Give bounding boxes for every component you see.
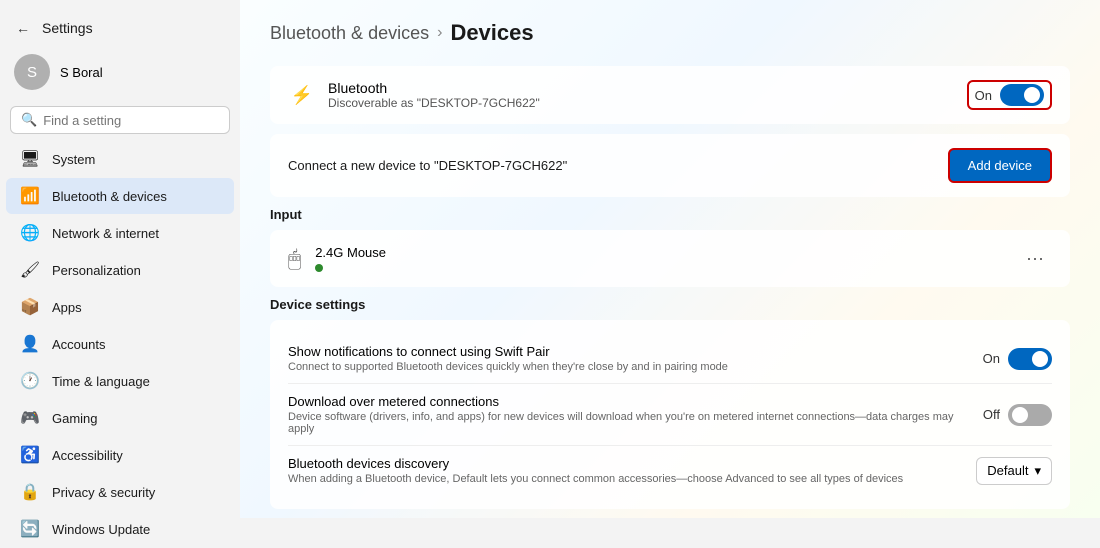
setting-row-0: Show notifications to connect using Swif…: [288, 334, 1052, 384]
sidebar-item-privacy[interactable]: 🔒 Privacy & security: [6, 474, 234, 510]
setting-dropdown-2[interactable]: Default ▾: [976, 457, 1052, 485]
bluetooth-icon: 📶: [20, 186, 40, 206]
bluetooth-card: ⚡ Bluetooth Discoverable as "DESKTOP-7GC…: [270, 66, 1070, 124]
chevron-down-icon: ▾: [1034, 463, 1041, 479]
avatar: S: [14, 54, 50, 90]
search-icon: 🔍: [21, 112, 37, 128]
setting-desc-1: Device software (drivers, info, and apps…: [288, 411, 968, 435]
setting-desc-0: Connect to supported Bluetooth devices q…: [288, 361, 968, 373]
sidebar-header: ← Settings: [0, 8, 240, 44]
setting-toggle-wrap-1: Off: [983, 404, 1052, 426]
username: S Boral: [60, 65, 103, 80]
input-section-label: Input: [270, 207, 1070, 222]
update-icon: 🔄: [20, 519, 40, 539]
setting-title-0: Show notifications to connect using Swif…: [288, 344, 983, 359]
sidebar-item-label: Accessibility: [52, 448, 123, 463]
sidebar-item-update[interactable]: 🔄 Windows Update: [6, 511, 234, 547]
page-title: Devices: [450, 20, 533, 46]
user-profile: S S Boral: [0, 44, 240, 100]
input-device-card: 🖱 2.4G Mouse ···: [270, 230, 1070, 287]
device-more-button[interactable]: ···: [1018, 244, 1052, 273]
sidebar-item-time[interactable]: 🕐 Time & language: [6, 363, 234, 399]
sidebar-item-label: Windows Update: [52, 522, 150, 537]
main-content: Bluetooth & devices › Devices ⚡ Bluetoot…: [240, 0, 1100, 518]
sidebar-item-label: Bluetooth & devices: [52, 189, 167, 204]
sidebar-item-label: Accounts: [52, 337, 105, 352]
search-box[interactable]: 🔍: [10, 106, 230, 134]
setting-toggle-0[interactable]: [1008, 348, 1052, 370]
breadcrumb-sep: ›: [437, 24, 442, 42]
settings-list: Show notifications to connect using Swif…: [288, 334, 1052, 495]
system-icon: 🖥: [20, 149, 40, 169]
add-device-text: Connect a new device to "DESKTOP-7GCH622…: [288, 158, 567, 173]
sidebar-item-label: Personalization: [52, 263, 141, 278]
apps-icon: 📦: [20, 297, 40, 317]
sidebar-item-label: Gaming: [52, 411, 98, 426]
breadcrumb-parent[interactable]: Bluetooth & devices: [270, 23, 429, 44]
sidebar-item-apps[interactable]: 📦 Apps: [6, 289, 234, 325]
sidebar-item-accessibility[interactable]: ♿ Accessibility: [6, 437, 234, 473]
bluetooth-icon: ⚡: [288, 85, 316, 106]
app-title: Settings: [42, 20, 93, 36]
sidebar: ← Settings S S Boral 🔍 🖥 System 📶 Blueto…: [0, 0, 240, 518]
mouse-icon: 🖱: [288, 246, 301, 272]
sidebar-item-gaming[interactable]: 🎮 Gaming: [6, 400, 234, 436]
breadcrumb: Bluetooth & devices › Devices: [270, 20, 1070, 46]
bluetooth-toggle-label: On: [975, 88, 992, 103]
sidebar-item-label: System: [52, 152, 95, 167]
time-icon: 🕐: [20, 371, 40, 391]
sidebar-item-personalization[interactable]: 🖌 Personalization: [6, 252, 234, 288]
privacy-icon: 🔒: [20, 482, 40, 502]
accounts-icon: 👤: [20, 334, 40, 354]
device-name: 2.4G Mouse: [315, 245, 1004, 260]
device-settings-card: Show notifications to connect using Swif…: [270, 320, 1070, 509]
device-settings-label: Device settings: [270, 297, 1070, 312]
sidebar-item-label: Network & internet: [52, 226, 159, 241]
sidebar-item-system[interactable]: 🖥 System: [6, 141, 234, 177]
setting-dropdown-wrap-2: Default ▾: [976, 457, 1052, 485]
back-button[interactable]: ←: [12, 16, 34, 40]
add-device-button[interactable]: Add device: [948, 148, 1052, 183]
sidebar-item-accounts[interactable]: 👤 Accounts: [6, 326, 234, 362]
setting-row-2: Bluetooth devices discovery When adding …: [288, 446, 1052, 495]
bluetooth-toggle-wrap: On: [967, 80, 1052, 110]
accessibility-icon: ♿: [20, 445, 40, 465]
personalization-icon: 🖌: [20, 260, 40, 280]
setting-title-2: Bluetooth devices discovery: [288, 456, 976, 471]
setting-title-1: Download over metered connections: [288, 394, 983, 409]
setting-desc-2: When adding a Bluetooth device, Default …: [288, 473, 968, 485]
bluetooth-toggle[interactable]: [1000, 84, 1044, 106]
nav-list: 🖥 System 📶 Bluetooth & devices 🌐 Network…: [0, 140, 240, 548]
sidebar-item-network[interactable]: 🌐 Network & internet: [6, 215, 234, 251]
sidebar-item-label: Privacy & security: [52, 485, 155, 500]
sidebar-item-label: Apps: [52, 300, 82, 315]
dropdown-value-2: Default: [987, 463, 1028, 478]
bluetooth-subtitle: Discoverable as "DESKTOP-7GCH622": [328, 96, 955, 110]
add-device-card: Connect a new device to "DESKTOP-7GCH622…: [270, 134, 1070, 197]
setting-row-1: Download over metered connections Device…: [288, 384, 1052, 446]
gaming-icon: 🎮: [20, 408, 40, 428]
bluetooth-name: Bluetooth: [328, 80, 955, 96]
setting-toggle-label-1: Off: [983, 407, 1000, 422]
network-icon: 🌐: [20, 223, 40, 243]
setting-toggle-wrap-0: On: [983, 348, 1052, 370]
search-input[interactable]: [43, 113, 219, 128]
sidebar-item-bluetooth[interactable]: 📶 Bluetooth & devices: [6, 178, 234, 214]
setting-toggle-1[interactable]: [1008, 404, 1052, 426]
sidebar-item-label: Time & language: [52, 374, 150, 389]
setting-toggle-label-0: On: [983, 351, 1000, 366]
device-connected-dot: [315, 264, 323, 272]
